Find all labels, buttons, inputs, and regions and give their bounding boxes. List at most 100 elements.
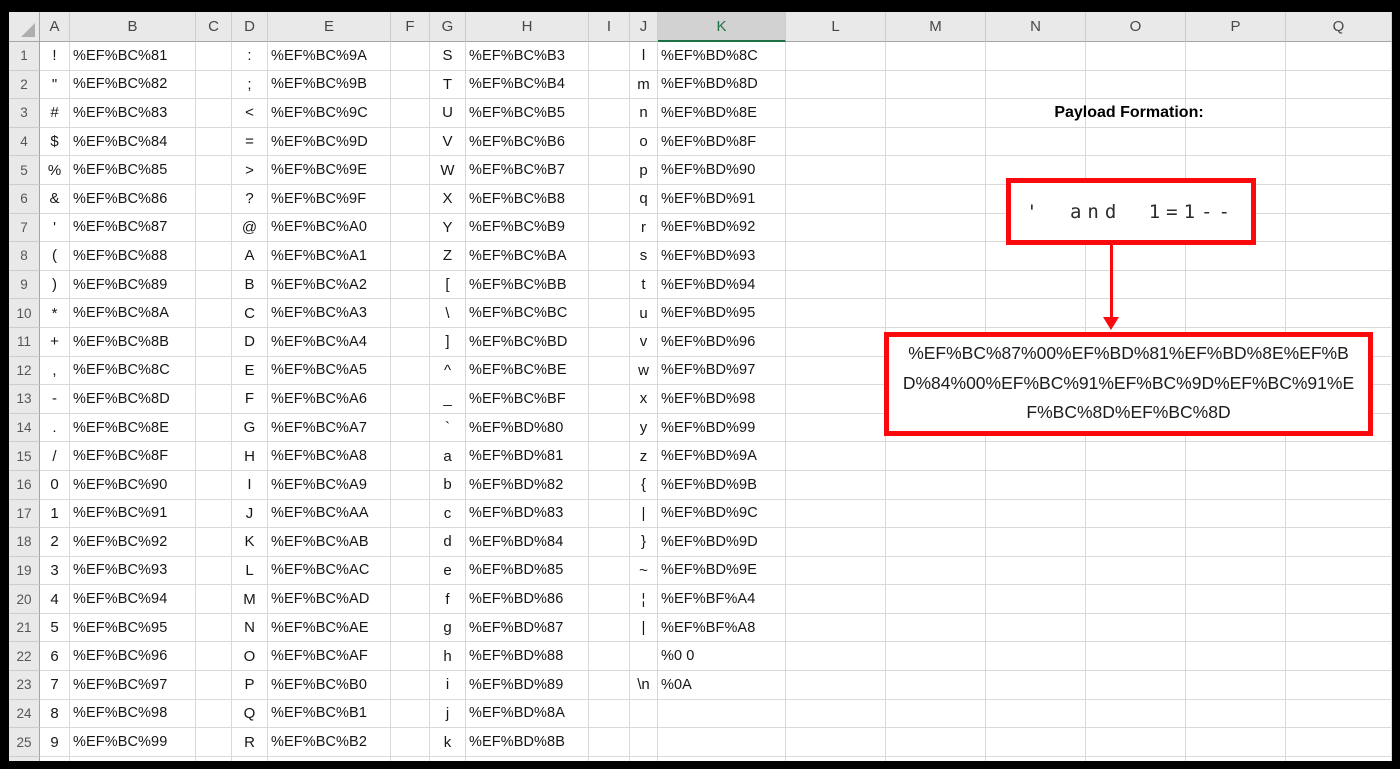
cell-M25[interactable] xyxy=(886,728,986,757)
cell-partial[interactable] xyxy=(268,756,391,761)
cell-Q13[interactable] xyxy=(1286,385,1392,414)
cell-B3[interactable]: %EF%BC%83 xyxy=(70,99,196,128)
row-header-19[interactable]: 19 xyxy=(9,556,40,586)
cell-Q1[interactable] xyxy=(1286,42,1392,71)
cell-Q22[interactable] xyxy=(1286,642,1392,672)
cell-K19[interactable]: %EF%BD%9E xyxy=(658,556,786,586)
cell-B18[interactable]: %EF%BC%92 xyxy=(70,528,196,557)
cell-I5[interactable] xyxy=(589,156,630,185)
cell-E23[interactable]: %EF%BC%B0 xyxy=(268,671,391,700)
cell-A11[interactable]: + xyxy=(40,327,70,357)
cell-partial[interactable] xyxy=(1286,756,1392,761)
cell-B1[interactable]: %EF%BC%81 xyxy=(70,42,196,71)
cell-C2[interactable] xyxy=(196,70,232,100)
cell-I23[interactable] xyxy=(589,671,630,700)
cell-I16[interactable] xyxy=(589,470,630,500)
cell-I12[interactable] xyxy=(589,356,630,386)
cell-N18[interactable] xyxy=(986,528,1086,557)
cell-partial[interactable] xyxy=(70,756,196,761)
column-header-N[interactable]: N xyxy=(986,12,1086,42)
cell-H2[interactable]: %EF%BC%B4 xyxy=(466,70,589,100)
cell-K18[interactable]: %EF%BD%9D xyxy=(658,528,786,557)
cell-G4[interactable]: V xyxy=(430,127,466,157)
cell-B21[interactable]: %EF%BC%95 xyxy=(70,613,196,643)
cell-B10[interactable]: %EF%BC%8A xyxy=(70,299,196,328)
cell-F15[interactable] xyxy=(391,442,430,471)
row-header-2[interactable]: 2 xyxy=(9,70,40,100)
column-header-J[interactable]: J xyxy=(630,12,658,42)
cell-P18[interactable] xyxy=(1186,528,1286,557)
cell-B4[interactable]: %EF%BC%84 xyxy=(70,127,196,157)
cell-K13[interactable]: %EF%BD%98 xyxy=(658,385,786,414)
cell-H24[interactable]: %EF%BD%8A xyxy=(466,699,589,729)
cell-H15[interactable]: %EF%BD%81 xyxy=(466,442,589,471)
cell-M15[interactable] xyxy=(886,442,986,471)
cell-C5[interactable] xyxy=(196,156,232,185)
row-header-26-partial[interactable] xyxy=(9,756,40,761)
cell-L9[interactable] xyxy=(786,270,886,300)
cell-A22[interactable]: 6 xyxy=(40,642,70,672)
cell-Q5[interactable] xyxy=(1286,156,1392,185)
cell-L23[interactable] xyxy=(786,671,886,700)
cell-A15[interactable]: / xyxy=(40,442,70,471)
cell-D6[interactable]: ? xyxy=(232,184,268,214)
cell-Q16[interactable] xyxy=(1286,470,1392,500)
cell-C23[interactable] xyxy=(196,671,232,700)
cell-H7[interactable]: %EF%BC%B9 xyxy=(466,213,589,243)
cell-G22[interactable]: h xyxy=(430,642,466,672)
cell-I15[interactable] xyxy=(589,442,630,471)
cell-G16[interactable]: b xyxy=(430,470,466,500)
cell-H12[interactable]: %EF%BC%BE xyxy=(466,356,589,386)
cell-D21[interactable]: N xyxy=(232,613,268,643)
row-header-8[interactable]: 8 xyxy=(9,242,40,271)
cell-M13[interactable] xyxy=(886,385,986,414)
cell-G25[interactable]: k xyxy=(430,728,466,757)
cell-K24[interactable] xyxy=(658,699,786,729)
cell-J16[interactable]: { xyxy=(630,470,658,500)
cell-M17[interactable] xyxy=(886,499,986,529)
cell-O9[interactable] xyxy=(1086,270,1186,300)
cell-M11[interactable] xyxy=(886,327,986,357)
cell-H25[interactable]: %EF%BD%8B xyxy=(466,728,589,757)
cell-O23[interactable] xyxy=(1086,671,1186,700)
cell-O25[interactable] xyxy=(1086,728,1186,757)
cell-G17[interactable]: c xyxy=(430,499,466,529)
cell-F16[interactable] xyxy=(391,470,430,500)
cell-Q17[interactable] xyxy=(1286,499,1392,529)
cell-L24[interactable] xyxy=(786,699,886,729)
cell-L11[interactable] xyxy=(786,327,886,357)
cell-C4[interactable] xyxy=(196,127,232,157)
cell-B14[interactable]: %EF%BC%8E xyxy=(70,413,196,443)
cell-C16[interactable] xyxy=(196,470,232,500)
cell-A1[interactable]: ! xyxy=(40,42,70,71)
cell-E12[interactable]: %EF%BC%A5 xyxy=(268,356,391,386)
cell-P10[interactable] xyxy=(1186,299,1286,328)
row-header-25[interactable]: 25 xyxy=(9,728,40,757)
cell-D15[interactable]: H xyxy=(232,442,268,471)
cell-I22[interactable] xyxy=(589,642,630,672)
cell-Q4[interactable] xyxy=(1286,127,1392,157)
row-header-13[interactable]: 13 xyxy=(9,385,40,414)
cell-E3[interactable]: %EF%BC%9C xyxy=(268,99,391,128)
cell-B9[interactable]: %EF%BC%89 xyxy=(70,270,196,300)
cell-F5[interactable] xyxy=(391,156,430,185)
cell-J4[interactable]: o xyxy=(630,127,658,157)
cell-G21[interactable]: g xyxy=(430,613,466,643)
row-header-17[interactable]: 17 xyxy=(9,499,40,529)
cell-E22[interactable]: %EF%BC%AF xyxy=(268,642,391,672)
cell-B19[interactable]: %EF%BC%93 xyxy=(70,556,196,586)
cell-O21[interactable] xyxy=(1086,613,1186,643)
cell-K9[interactable]: %EF%BD%94 xyxy=(658,270,786,300)
cell-K1[interactable]: %EF%BD%8C xyxy=(658,42,786,71)
cell-L14[interactable] xyxy=(786,413,886,443)
cell-O11[interactable] xyxy=(1086,327,1186,357)
cell-G2[interactable]: T xyxy=(430,70,466,100)
cell-J5[interactable]: p xyxy=(630,156,658,185)
cell-H4[interactable]: %EF%BC%B6 xyxy=(466,127,589,157)
cell-H1[interactable]: %EF%BC%B3 xyxy=(466,42,589,71)
cell-G10[interactable]: \ xyxy=(430,299,466,328)
cell-P24[interactable] xyxy=(1186,699,1286,729)
row-header-15[interactable]: 15 xyxy=(9,442,40,471)
cell-E1[interactable]: %EF%BC%9A xyxy=(268,42,391,71)
cell-B6[interactable]: %EF%BC%86 xyxy=(70,184,196,214)
